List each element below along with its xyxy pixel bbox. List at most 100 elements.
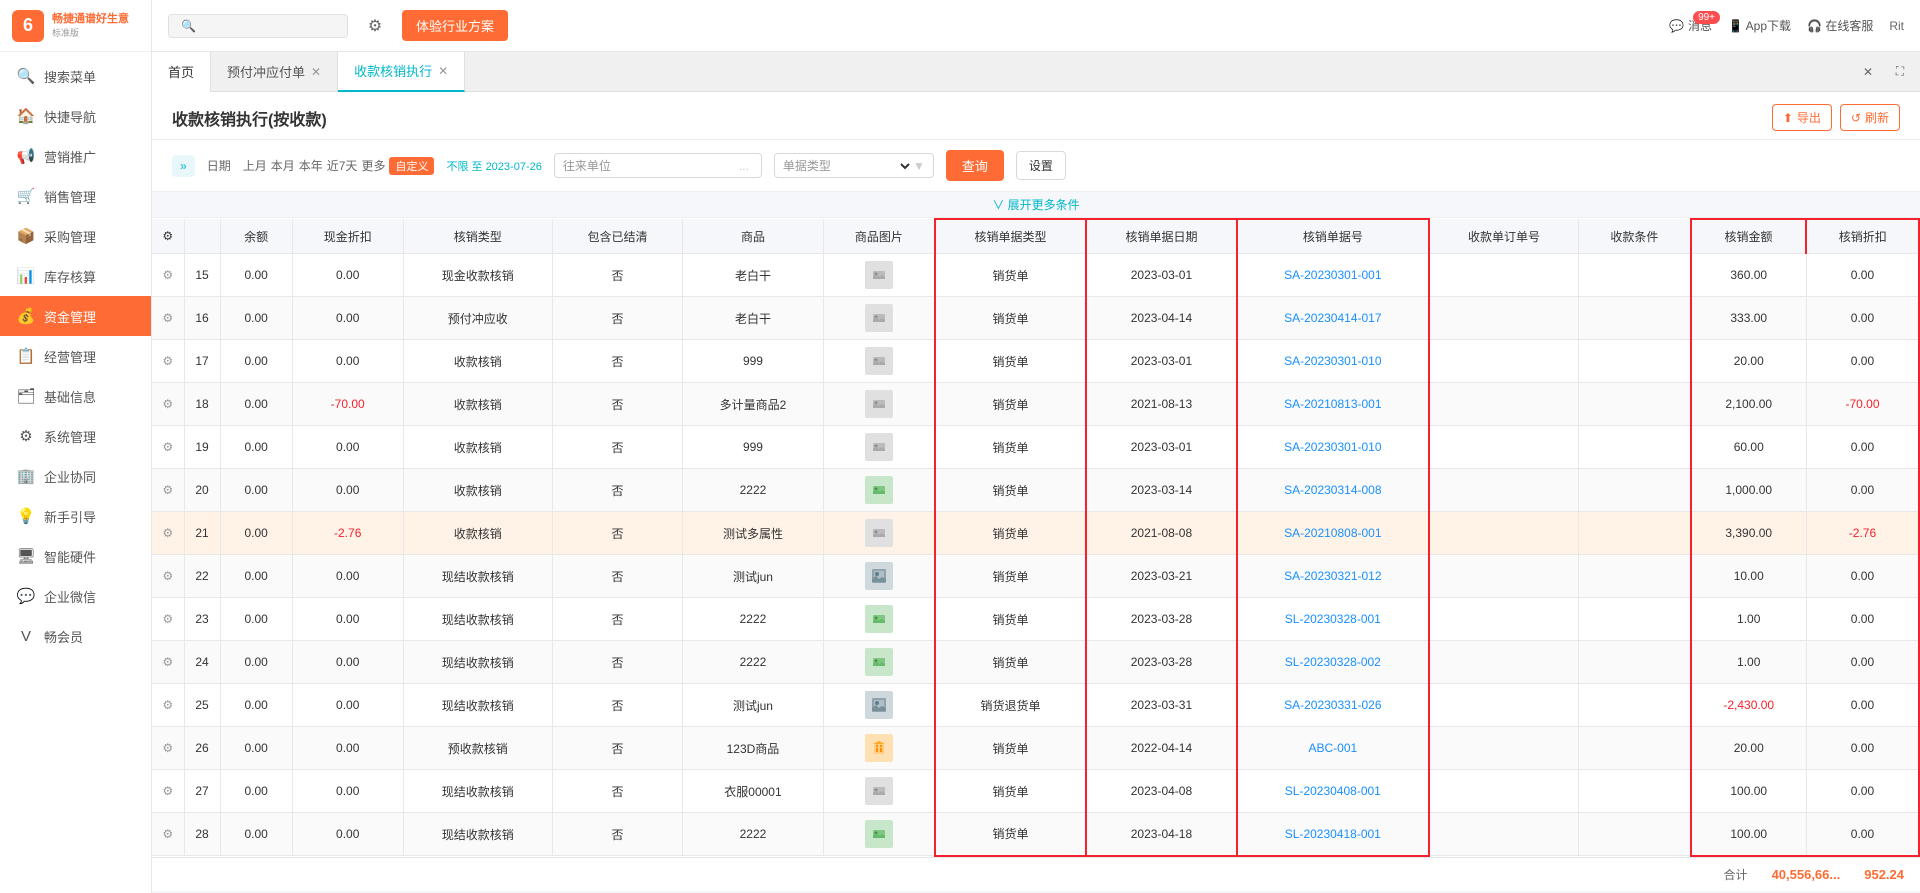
tab-maximize-button[interactable]: ⛶	[1888, 60, 1912, 84]
include-settled-cell: 否	[552, 684, 682, 727]
sidebar-item-quicknav[interactable]: 🏠 快捷导航	[0, 96, 151, 136]
th-settings[interactable]: ⚙	[152, 219, 184, 254]
bill-no-cell[interactable]: SA-20230321-012	[1237, 555, 1429, 598]
sidebar-item-corp[interactable]: 🏢 企业协同	[0, 456, 151, 496]
write-off-amount-cell: -2,430.00	[1691, 684, 1807, 727]
bill-no-cell[interactable]: SA-20230301-001	[1237, 254, 1429, 297]
include-settled-cell: 否	[552, 426, 682, 469]
message-button[interactable]: 💬 消息 99+	[1669, 17, 1712, 34]
bill-type-cell: 销货单	[935, 469, 1086, 512]
query-button[interactable]: 查询	[946, 150, 1004, 181]
date-this-month[interactable]: 本月	[271, 157, 295, 174]
sidebar-item-hardware[interactable]: 🖥 智能硬件	[0, 536, 151, 576]
bill-type-cell: 销货单	[935, 512, 1086, 555]
folder-icon: 🗂	[16, 386, 36, 406]
include-settled-cell: 否	[552, 254, 682, 297]
filter-expand-button[interactable]: »	[172, 155, 195, 177]
goods-cell: 测试jun	[683, 555, 824, 598]
bill-no-cell[interactable]: ABC-001	[1237, 727, 1429, 770]
sidebar-item-inventory[interactable]: 📊 库存核算	[0, 256, 151, 296]
app-download-link[interactable]: 📱 App下载	[1728, 17, 1791, 34]
export-button[interactable]: ⬆ 导出	[1772, 104, 1832, 131]
date-last-month[interactable]: 上月	[243, 157, 267, 174]
cash-discount-cell: 0.00	[292, 598, 403, 641]
sidebar-item-member[interactable]: V 畅会员	[0, 616, 151, 656]
receipt-order-no-cell	[1429, 512, 1579, 555]
date-filter-label: 日期	[207, 157, 231, 174]
sidebar-item-search[interactable]: 🔍 搜索菜单	[0, 56, 151, 96]
from-unit-input[interactable]	[615, 159, 735, 173]
bill-no-cell[interactable]: SA-20230301-010	[1237, 426, 1429, 469]
goods-img-cell	[823, 598, 935, 641]
bill-type-select[interactable]	[835, 158, 913, 174]
bill-no-cell[interactable]: SA-20230414-017	[1237, 297, 1429, 340]
app-logo: 6 畅捷通谱好生意 标准版	[0, 0, 151, 52]
sidebar-item-marketing[interactable]: 📢 营销推广	[0, 136, 151, 176]
bill-no-cell[interactable]: SL-20230418-001	[1237, 813, 1429, 856]
date-7days[interactable]: 近7天	[327, 157, 358, 174]
tab-close-all-button[interactable]: ✕	[1856, 60, 1880, 84]
tab-receipt-close-icon[interactable]: ✕	[438, 64, 448, 78]
goods-img-cell	[823, 340, 935, 383]
cash-discount-cell: 0.00	[292, 813, 403, 856]
bill-type-cell: 销货单	[935, 813, 1086, 856]
bill-no-cell[interactable]: SA-20210808-001	[1237, 512, 1429, 555]
bill-no-cell[interactable]: SL-20230408-001	[1237, 770, 1429, 813]
sidebar-item-basic[interactable]: 🗂 基础信息	[0, 376, 151, 416]
tab-prepay[interactable]: 预付冲应付单 ✕	[211, 52, 338, 92]
cash-discount-cell: 0.00	[292, 297, 403, 340]
online-service-link[interactable]: 🎧 在线客服	[1807, 17, 1873, 34]
sidebar-item-label: 畅会员	[44, 627, 83, 646]
include-settled-cell: 否	[552, 598, 682, 641]
write-off-discount-cell: -70.00	[1806, 383, 1919, 426]
write-off-type-cell: 收款核销	[403, 383, 552, 426]
balance-cell: 0.00	[220, 469, 292, 512]
topbar-settings-icon[interactable]: ⚙	[360, 11, 390, 41]
include-settled-cell: 否	[552, 469, 682, 512]
refresh-button[interactable]: ↺ 刷新	[1840, 104, 1900, 131]
date-custom-button[interactable]: 自定义	[389, 157, 434, 175]
include-settled-cell: 否	[552, 813, 682, 856]
topbar-search-box[interactable]: 🔍	[168, 14, 348, 38]
sidebar-item-purchase[interactable]: 📦 采购管理	[0, 216, 151, 256]
expand-more-button[interactable]: ∨ 展开更多条件	[992, 196, 1079, 213]
from-unit-filter[interactable]: 往来单位 ...	[554, 153, 762, 178]
tab-home[interactable]: 首页	[152, 52, 211, 92]
goods-img-cell	[823, 684, 935, 727]
write-off-discount-cell: 0.00	[1806, 641, 1919, 684]
write-off-discount-cell: 0.00	[1806, 813, 1919, 856]
sidebar-item-ops[interactable]: 📋 经营管理	[0, 336, 151, 376]
receipt-order-no-cell	[1429, 813, 1579, 856]
bill-no-cell[interactable]: SA-20210813-001	[1237, 383, 1429, 426]
tab-prepay-close-icon[interactable]: ✕	[311, 65, 321, 79]
table-settings-button[interactable]: 设置	[1016, 151, 1066, 180]
seq-cell: 19	[184, 426, 220, 469]
seq-cell: 28	[184, 813, 220, 856]
date-more[interactable]: 更多	[361, 157, 385, 174]
sidebar-item-finance[interactable]: 💰 资金管理	[0, 296, 151, 336]
total-amount-value: 40,556,66...	[1772, 867, 1841, 882]
bill-no-cell[interactable]: SL-20230328-001	[1237, 598, 1429, 641]
sidebar-item-sales[interactable]: 🛒 销售管理	[0, 176, 151, 216]
user-name[interactable]: Rit	[1889, 19, 1904, 33]
date-this-year[interactable]: 本年	[299, 157, 323, 174]
sidebar-item-guide[interactable]: 💡 新手引导	[0, 496, 151, 536]
bill-no-cell[interactable]: SL-20230328-002	[1237, 641, 1429, 684]
bill-no-cell[interactable]: SA-20230331-026	[1237, 684, 1429, 727]
table-settings-icon[interactable]: ⚙	[162, 229, 173, 243]
goods-img-cell	[823, 770, 935, 813]
include-settled-cell: 否	[552, 297, 682, 340]
receipt-condition-cell	[1579, 684, 1691, 727]
th-write-off-discount: 核销折扣	[1806, 219, 1919, 254]
bill-no-cell[interactable]: SA-20230314-008	[1237, 469, 1429, 512]
industry-solution-button[interactable]: 体验行业方案	[402, 10, 508, 41]
goods-cell: 2222	[683, 641, 824, 684]
sidebar-item-system[interactable]: ⚙ 系统管理	[0, 416, 151, 456]
goods-img-cell	[823, 512, 935, 555]
sidebar-item-label: 智能硬件	[44, 547, 96, 566]
bill-type-filter[interactable]: 单据类型 ▼	[774, 153, 934, 178]
goods-img-cell	[823, 254, 935, 297]
bill-no-cell[interactable]: SA-20230301-010	[1237, 340, 1429, 383]
tab-receipt[interactable]: 收款核销执行 ✕	[338, 52, 465, 92]
sidebar-item-wechat[interactable]: 💬 企业微信	[0, 576, 151, 616]
